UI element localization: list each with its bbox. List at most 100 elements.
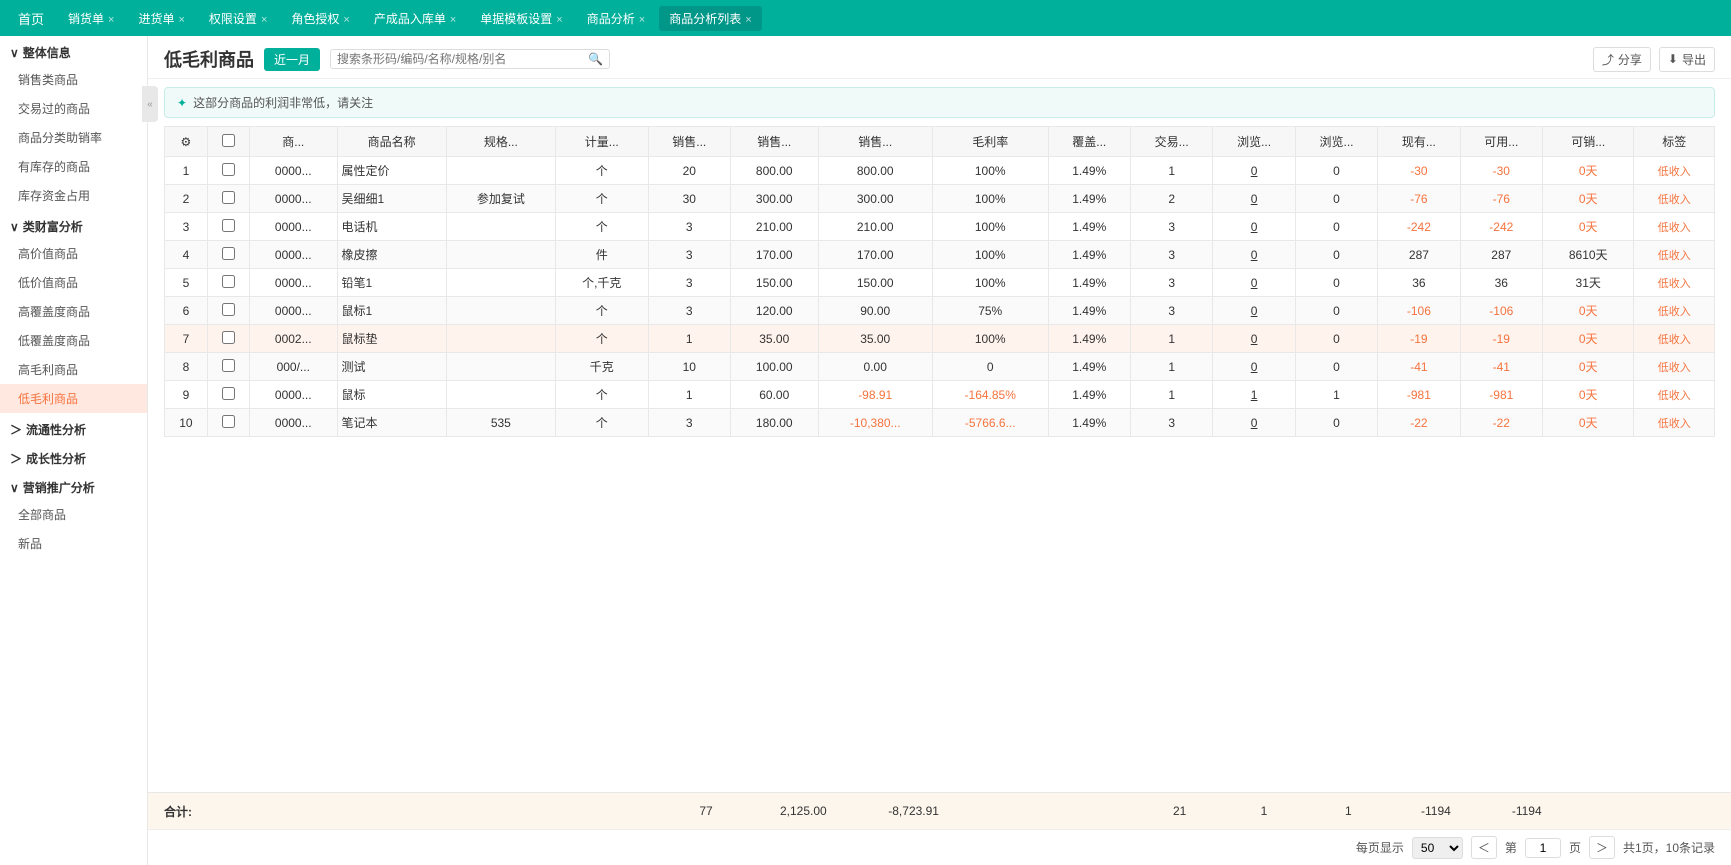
row-browse1[interactable]: 0	[1213, 157, 1295, 185]
row-name[interactable]: 电话机	[337, 213, 446, 241]
close-product-analysis-tab[interactable]: ×	[639, 14, 645, 26]
row-checkbox[interactable]	[207, 297, 249, 325]
export-button[interactable]: ⬇ 导出	[1659, 47, 1715, 72]
sidebar-item-traded-goods[interactable]: 交易过的商品	[0, 94, 147, 123]
nav-home[interactable]: 首页	[8, 5, 54, 32]
row-browse1[interactable]: 0	[1213, 297, 1295, 325]
nav-product-analysis[interactable]: 商品分析×	[577, 6, 655, 31]
row-browse1[interactable]: 0	[1213, 213, 1295, 241]
row-checkbox[interactable]	[207, 241, 249, 269]
sidebar-item-low-value[interactable]: 低价值商品	[0, 268, 147, 297]
row-name[interactable]: 属性定价	[337, 157, 446, 185]
row-select-checkbox[interactable]	[222, 275, 235, 288]
group-growth[interactable]: ＞ 成长性分析	[0, 442, 147, 471]
row-name[interactable]: 笔记本	[337, 409, 446, 437]
nav-product-analysis-list[interactable]: 商品分析列表×	[659, 6, 761, 31]
row-browse1[interactable]: 0	[1213, 409, 1295, 437]
row-select-checkbox[interactable]	[222, 247, 235, 260]
nav-product-entry[interactable]: 产成品入库单×	[364, 6, 466, 31]
row-browse2: 0	[1295, 269, 1377, 297]
sidebar-item-all-goods[interactable]: 全部商品	[0, 500, 147, 529]
sidebar-item-high-margin[interactable]: 高毛利商品	[0, 355, 147, 384]
row-sales-profit: 170.00	[818, 241, 932, 269]
sidebar-item-sales-goods[interactable]: 销售类商品	[0, 65, 147, 94]
sidebar-item-low-margin[interactable]: 低毛利商品	[0, 384, 147, 413]
sidebar-item-high-coverage[interactable]: 高覆盖度商品	[0, 297, 147, 326]
row-checkbox[interactable]	[207, 325, 249, 353]
close-sales-tab[interactable]: ×	[108, 14, 114, 26]
browse-link[interactable]: 0	[1251, 416, 1258, 430]
row-name[interactable]: 鼠标垫	[337, 325, 446, 353]
row-select-checkbox[interactable]	[222, 219, 235, 232]
row-browse1[interactable]: 0	[1213, 325, 1295, 353]
row-checkbox[interactable]	[207, 185, 249, 213]
browse-link[interactable]: 0	[1251, 248, 1258, 262]
sidebar-item-stock-goods[interactable]: 有库存的商品	[0, 152, 147, 181]
row-browse1[interactable]: 1	[1213, 381, 1295, 409]
sidebar-item-new-goods[interactable]: 新品	[0, 529, 147, 558]
row-browse1[interactable]: 0	[1213, 185, 1295, 213]
row-select-checkbox[interactable]	[222, 303, 235, 316]
sidebar: ∨ 整体信息 销售类商品 交易过的商品 商品分类助销率 有库存的商品 库存资金占…	[0, 36, 148, 865]
row-browse1[interactable]: 0	[1213, 269, 1295, 297]
close-permission-tab[interactable]: ×	[261, 14, 267, 26]
row-select-checkbox[interactable]	[222, 387, 235, 400]
nav-template[interactable]: 单据模板设置×	[470, 6, 572, 31]
row-name[interactable]: 橡皮擦	[337, 241, 446, 269]
row-select-checkbox[interactable]	[222, 415, 235, 428]
close-list-tab[interactable]: ×	[745, 14, 751, 26]
close-product-entry-tab[interactable]: ×	[450, 14, 456, 26]
row-name[interactable]: 吴细细1	[337, 185, 446, 213]
row-name[interactable]: 测试	[337, 353, 446, 381]
per-page-select[interactable]: 50 20 100	[1412, 837, 1463, 859]
settings-icon[interactable]: ⚙	[181, 135, 192, 149]
next-page-btn[interactable]: ＞	[1589, 836, 1615, 859]
row-browse1[interactable]: 0	[1213, 353, 1295, 381]
row-select-checkbox[interactable]	[222, 163, 235, 176]
row-checkbox[interactable]	[207, 381, 249, 409]
row-checkbox[interactable]	[207, 269, 249, 297]
col-settings[interactable]: ⚙	[165, 127, 208, 157]
browse-link[interactable]: 0	[1251, 332, 1258, 346]
browse-link[interactable]: 0	[1251, 304, 1258, 318]
search-input[interactable]	[337, 52, 588, 66]
prev-page-btn[interactable]: ＜	[1471, 836, 1497, 859]
group-circulation[interactable]: ＞ 流通性分析	[0, 413, 147, 442]
row-browse1[interactable]: 0	[1213, 241, 1295, 269]
sidebar-collapse-btn[interactable]: «	[142, 86, 158, 122]
row-checkbox[interactable]	[207, 353, 249, 381]
row-name[interactable]: 铅笔1	[337, 269, 446, 297]
close-template-tab[interactable]: ×	[556, 14, 562, 26]
col-checkbox[interactable]	[207, 127, 249, 157]
row-checkbox[interactable]	[207, 157, 249, 185]
row-tag: 低收入	[1634, 185, 1715, 213]
sidebar-item-stock-capital[interactable]: 库存资金占用	[0, 181, 147, 210]
row-checkbox[interactable]	[207, 409, 249, 437]
sidebar-item-low-coverage[interactable]: 低覆盖度商品	[0, 326, 147, 355]
browse-link[interactable]: 0	[1251, 192, 1258, 206]
browse-link[interactable]: 0	[1251, 276, 1258, 290]
select-all-checkbox[interactable]	[222, 134, 235, 147]
row-select-checkbox[interactable]	[222, 331, 235, 344]
current-page-input[interactable]	[1525, 838, 1561, 858]
period-button[interactable]: 近一月	[264, 48, 320, 71]
sidebar-item-high-value[interactable]: 高价值商品	[0, 239, 147, 268]
nav-sales[interactable]: 销货单×	[58, 6, 124, 31]
browse-link[interactable]: 0	[1251, 220, 1258, 234]
row-checkbox[interactable]	[207, 213, 249, 241]
browse-link[interactable]: 1	[1251, 388, 1258, 402]
row-name[interactable]: 鼠标	[337, 381, 446, 409]
row-select-checkbox[interactable]	[222, 359, 235, 372]
row-name[interactable]: 鼠标1	[337, 297, 446, 325]
nav-purchase[interactable]: 进货单×	[128, 6, 194, 31]
nav-role[interactable]: 角色授权×	[281, 6, 359, 31]
close-purchase-tab[interactable]: ×	[178, 14, 184, 26]
search-icon[interactable]: 🔍	[588, 52, 603, 66]
nav-permission[interactable]: 权限设置×	[199, 6, 277, 31]
browse-link[interactable]: 0	[1251, 360, 1258, 374]
sidebar-item-category-rate[interactable]: 商品分类助销率	[0, 123, 147, 152]
browse-link[interactable]: 0	[1251, 164, 1258, 178]
share-button[interactable]: ⤴ 分享	[1593, 47, 1651, 72]
close-role-tab[interactable]: ×	[343, 14, 349, 26]
row-select-checkbox[interactable]	[222, 191, 235, 204]
